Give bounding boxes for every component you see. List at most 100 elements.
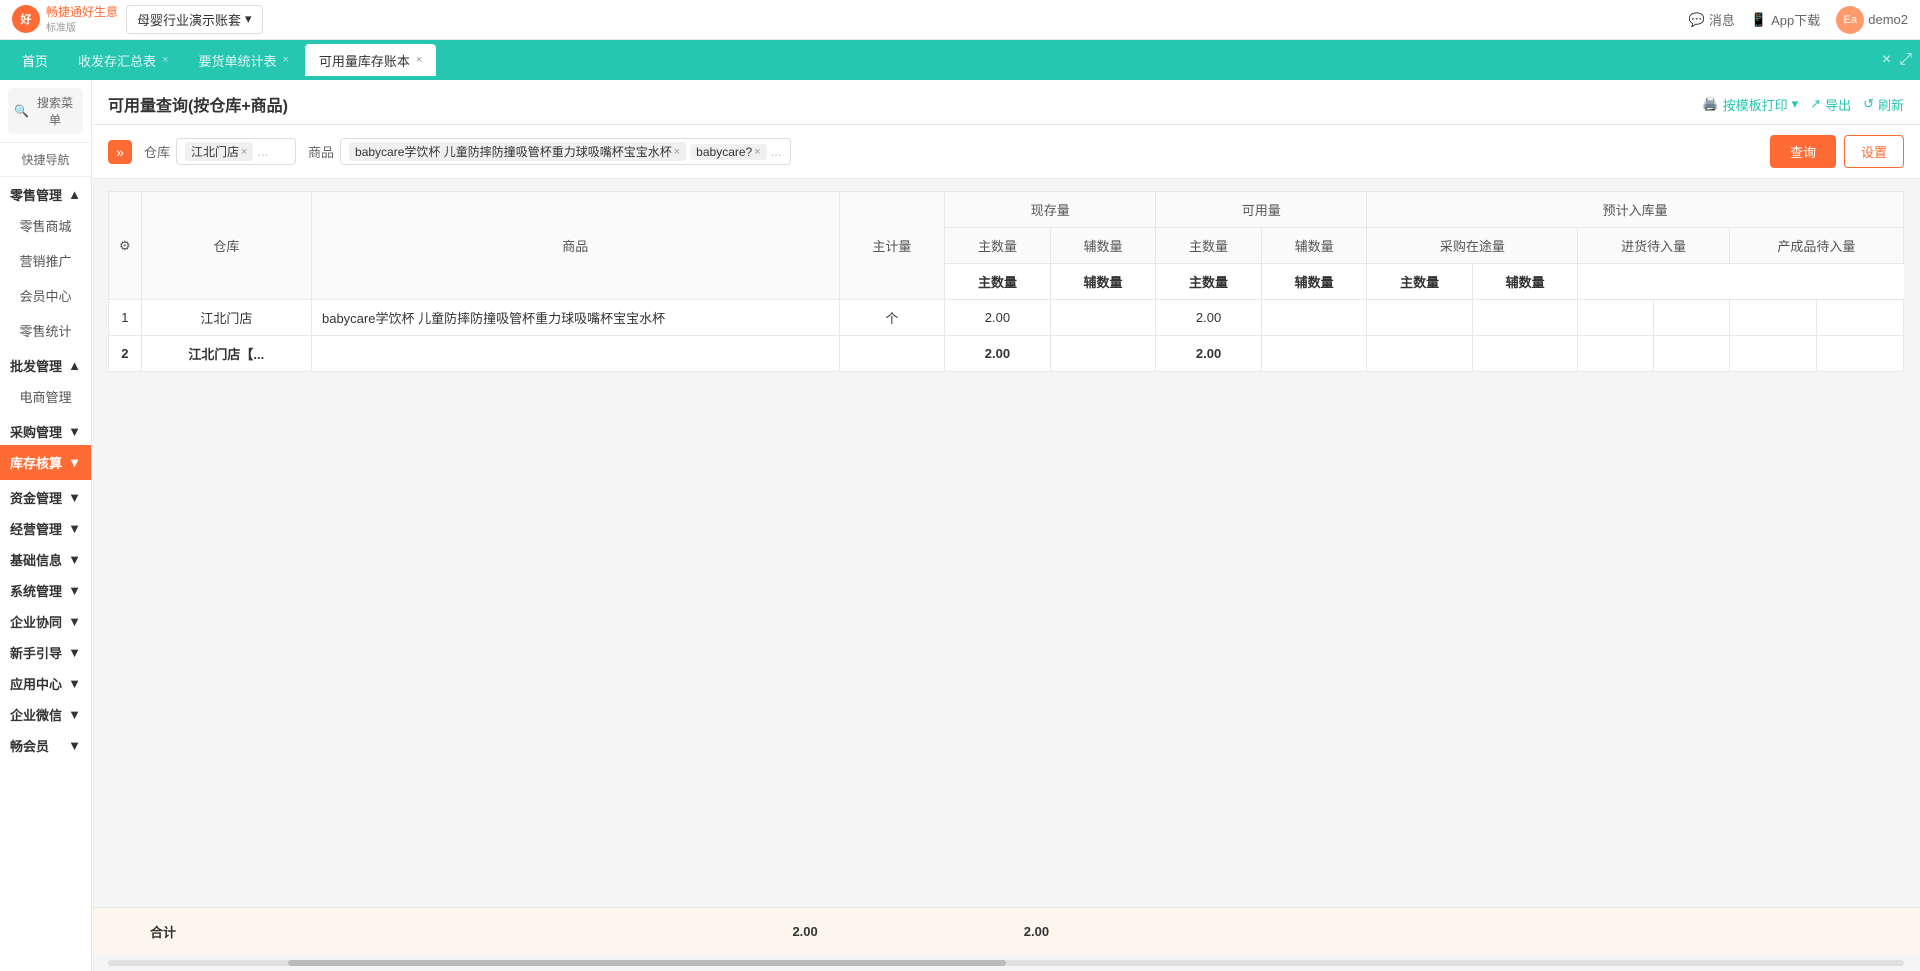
industry-label: 母婴行业演示账套: [137, 10, 241, 29]
print-btn[interactable]: 🖨️ 按模板打印 ▾: [1702, 95, 1798, 114]
tab-order-stats[interactable]: 要货单统计表 ×: [184, 44, 302, 76]
print-label: 按模板打印: [1723, 95, 1788, 114]
sidebar-group-enterprise[interactable]: 企业协同 ▼: [0, 604, 91, 635]
footer-pt-main: [1210, 916, 1326, 947]
row-stock-main: 2.00: [945, 336, 1051, 372]
sidebar-group-retail[interactable]: 零售管理 ▲: [0, 177, 91, 208]
col-available-sub: 辅数量: [1261, 228, 1367, 264]
product-filter: 商品 babycare学饮杯 儿童防摔防撞吸管杯重力球吸嘴杯宝宝水杯 × bab…: [308, 138, 790, 165]
tab-close-icon[interactable]: ×: [162, 54, 168, 66]
close-all-tabs-btn[interactable]: ×: [1882, 51, 1891, 69]
warehouse-tags-input[interactable]: 江北门店 × ...: [176, 138, 296, 165]
product-tag-2: babycare? ×: [690, 144, 766, 160]
chevron-icon: ▼: [68, 455, 81, 470]
row-warehouse: 江北门店: [141, 300, 311, 336]
group-label: 资金管理: [10, 488, 62, 507]
message-icon: 💬: [1689, 12, 1705, 28]
tab-close-icon[interactable]: ×: [416, 54, 422, 66]
sidebar-item-ecommerce[interactable]: 电商管理: [0, 379, 91, 414]
export-btn[interactable]: ↗ 导出: [1810, 95, 1851, 114]
setting-btn[interactable]: 设置: [1844, 135, 1904, 168]
col-inc-main: 主数量: [1156, 264, 1262, 300]
col-settings[interactable]: ⚙: [109, 192, 142, 300]
col-fin-sub: 辅数量: [1472, 264, 1578, 300]
col-finished: 产成品待入量: [1729, 228, 1903, 264]
tag-close-btn[interactable]: ×: [241, 146, 247, 158]
chevron-icon: ▼: [68, 521, 81, 536]
refresh-btn[interactable]: ↺ 刷新: [1863, 95, 1904, 114]
group-label: 库存核算: [10, 453, 62, 472]
refresh-label: 刷新: [1878, 95, 1904, 114]
search-menu-label: 搜索菜单: [33, 94, 77, 128]
warehouse-tag: 江北门店 ×: [185, 142, 253, 161]
scrollbar-thumb[interactable]: [288, 960, 1006, 966]
footer-empty-product: [256, 916, 661, 947]
col-warehouse: 仓库: [141, 192, 311, 300]
tag-close-btn[interactable]: ×: [674, 146, 680, 158]
sidebar-group-system[interactable]: 系统管理 ▼: [0, 573, 91, 604]
header-row-1: ⚙ 仓库 商品 主计量 现存量 可用量 预计入库量: [109, 192, 1904, 228]
footer-stock-main: 2.00: [747, 916, 863, 947]
col-available: 可用量: [1156, 192, 1367, 228]
main-layout: 🔍 搜索菜单 快捷导航 零售管理 ▲ 零售商城 营销推广 会员中心 零售统计 批…: [0, 80, 1920, 971]
sidebar-group-member2[interactable]: 畅会员 ▼: [0, 728, 91, 759]
group-label: 应用中心: [10, 674, 62, 693]
query-btn[interactable]: 查询: [1770, 135, 1836, 168]
fullscreen-btn[interactable]: ⤢: [1899, 51, 1912, 69]
horizontal-scrollbar[interactable]: [108, 960, 1904, 966]
sidebar-group-guide[interactable]: 新手引导 ▼: [0, 635, 91, 666]
sidebar-group-finance[interactable]: 资金管理 ▼: [0, 480, 91, 511]
user-name: demo2: [1868, 12, 1908, 27]
avatar: Ea: [1836, 6, 1864, 34]
sidebar-item-retail-stats[interactable]: 零售统计: [0, 313, 91, 348]
footer-row: 合计 2.00 2.00: [108, 916, 1904, 947]
col-pt-sub: 辅数量: [1050, 264, 1156, 300]
group-label: 企业协同: [10, 612, 62, 631]
message-btn[interactable]: 💬 消息: [1689, 10, 1735, 29]
footer-fin-main: [1673, 916, 1789, 947]
row-fin-main: [1729, 300, 1816, 336]
tab-receive-summary[interactable]: 收发存汇总表 ×: [64, 44, 182, 76]
sidebar-group-wechat[interactable]: 企业微信 ▼: [0, 697, 91, 728]
col-stock-main: 主数量: [945, 228, 1051, 264]
sidebar-group-apps[interactable]: 应用中心 ▼: [0, 666, 91, 697]
home-label: 首页: [22, 51, 48, 70]
row-inc-sub: [1654, 336, 1730, 372]
chevron-down-icon: ▾: [245, 11, 252, 27]
avatar-text: Ea: [1844, 14, 1857, 26]
product-tags-input[interactable]: babycare学饮杯 儿童防摔防撞吸管杯重力球吸嘴杯宝宝水杯 × babyca…: [340, 138, 790, 165]
sidebar-group-operations[interactable]: 经营管理 ▼: [0, 511, 91, 542]
tab-available-stock[interactable]: 可用量库存账本 ×: [305, 44, 436, 76]
col-purchase-transit: 采购在途量: [1367, 228, 1578, 264]
tag-close-btn[interactable]: ×: [754, 146, 760, 158]
sidebar-item-retail-mall[interactable]: 零售商城: [0, 208, 91, 243]
industry-selector[interactable]: 母婴行业演示账套 ▾: [126, 5, 263, 34]
logo-sub: 标准版: [46, 19, 118, 34]
col-stock-sub: 辅数量: [1050, 228, 1156, 264]
row-stock-sub: [1050, 336, 1156, 372]
table-row: 1 江北门店 babycare学饮杯 儿童防摔防撞吸管杯重力球吸嘴杯宝宝水杯 个…: [109, 300, 1904, 336]
item-label: 零售统计: [19, 324, 71, 339]
user-area[interactable]: Ea demo2: [1836, 6, 1908, 34]
search-menu-btn[interactable]: 🔍 搜索菜单: [8, 88, 83, 134]
sidebar-group-wholesale[interactable]: 批发管理 ▲: [0, 348, 91, 379]
tab-home[interactable]: 首页: [8, 44, 62, 76]
col-available-main: 主数量: [1156, 228, 1262, 264]
filter-action-btns: 查询 设置: [1770, 135, 1904, 168]
sidebar-group-basic[interactable]: 基础信息 ▼: [0, 542, 91, 573]
row-fin-sub: [1816, 300, 1903, 336]
search-icon: 🔍: [14, 104, 29, 118]
tag-text: babycare学饮杯 儿童防摔防撞吸管杯重力球吸嘴杯宝宝水杯: [355, 143, 672, 160]
product-tag-1: babycare学饮杯 儿童防摔防撞吸管杯重力球吸嘴杯宝宝水杯 ×: [349, 142, 686, 161]
logo: 好 畅捷通好生意 标准版: [12, 5, 118, 34]
tab-close-icon[interactable]: ×: [282, 54, 288, 66]
sidebar-item-marketing[interactable]: 营销推广: [0, 243, 91, 278]
row-inc-main: [1578, 300, 1654, 336]
quick-nav-btn[interactable]: 快捷导航: [0, 143, 91, 177]
sidebar-group-purchase[interactable]: 采购管理 ▼: [0, 414, 91, 445]
filter-expand-btn[interactable]: »: [108, 140, 132, 164]
sidebar-search: 🔍 搜索菜单: [0, 80, 91, 143]
sidebar-group-inventory[interactable]: 库存核算 ▼: [0, 445, 91, 480]
sidebar-item-member[interactable]: 会员中心: [0, 278, 91, 313]
app-download-btn[interactable]: 📱 App下载: [1751, 10, 1820, 29]
